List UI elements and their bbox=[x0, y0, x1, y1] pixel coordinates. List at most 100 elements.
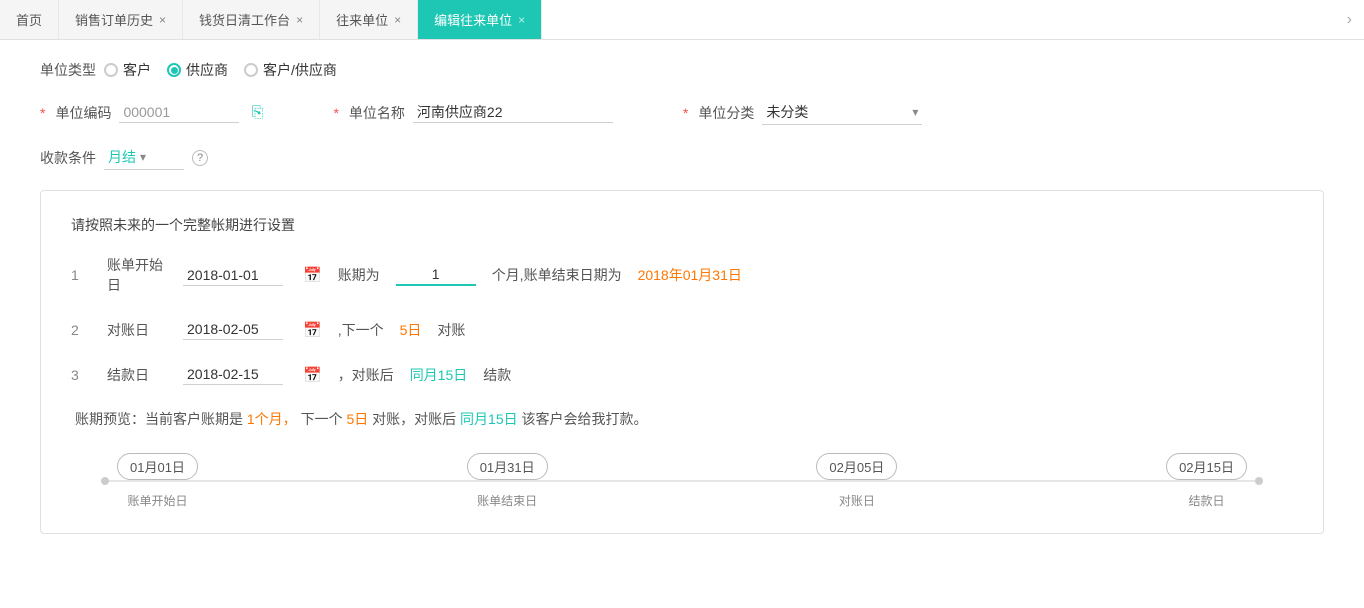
setting-row-3: 3 结款日 📅 ，对账后 同月15日 结款 bbox=[71, 364, 1293, 385]
node-3-label: 结款日 bbox=[1189, 492, 1225, 509]
tab-partner-units[interactable]: 往来单位 × bbox=[320, 0, 418, 39]
row-2-num: 2 bbox=[71, 322, 91, 338]
tab-sales-history-label: 销售订单历史 bbox=[75, 10, 153, 29]
copy-icon[interactable]: ⎘ bbox=[251, 104, 263, 121]
timeline: 01月01日 账单开始日 01月31日 账单结束日 02月05日 对账日 02月… bbox=[71, 453, 1293, 509]
preview-label: 账期预览：当前客户账期是 bbox=[75, 411, 243, 427]
timeline-nodes: 01月01日 账单开始日 01月31日 账单结束日 02月05日 对账日 02月… bbox=[117, 453, 1247, 509]
chevron-right-icon: › bbox=[1347, 11, 1352, 29]
unit-category-required: * bbox=[683, 105, 688, 121]
row-2-highlight: 5日 bbox=[400, 320, 422, 340]
unit-code-input[interactable] bbox=[119, 102, 239, 123]
row-3-cal-icon[interactable]: 📅 bbox=[303, 366, 322, 384]
node-0-badge: 01月01日 bbox=[117, 453, 198, 480]
tab-expand-button[interactable]: › bbox=[1335, 0, 1364, 39]
unit-name-item: * 单位名称 bbox=[333, 102, 612, 123]
timeline-node-3: 02月15日 结款日 bbox=[1166, 453, 1247, 509]
radio-customer-circle bbox=[104, 63, 118, 77]
row-1-suffix: 个月,账单结束日期为 bbox=[492, 265, 622, 285]
main-content: 单位类型 客户 供应商 客户/供应商 * 单位编码 bbox=[0, 40, 1364, 608]
row-3-date[interactable] bbox=[183, 364, 283, 385]
row-2-date[interactable] bbox=[183, 319, 283, 340]
unit-category-dropdown[interactable]: 未分类 ▾ bbox=[762, 100, 922, 125]
tab-edit-partner[interactable]: 编辑往来单位 × bbox=[418, 0, 542, 39]
payment-terms-item: 收款条件 月结 ▾ ? bbox=[40, 145, 208, 170]
period-input[interactable] bbox=[396, 264, 476, 286]
timeline-end-dot bbox=[1255, 477, 1263, 485]
unit-code-required: * bbox=[40, 105, 45, 121]
row-1-label: 账单开始日 bbox=[107, 255, 167, 295]
unit-code-label: 单位编码 bbox=[55, 103, 111, 123]
node-2-badge: 02月05日 bbox=[816, 453, 897, 480]
row-2-prefix: ,下一个 bbox=[338, 320, 384, 340]
row-1-suffix-before: 账期为 bbox=[338, 265, 380, 285]
payment-terms-arrow: ▾ bbox=[140, 150, 146, 164]
row-1-date[interactable] bbox=[183, 265, 283, 286]
preview-reconcile-prefix: 下一个 bbox=[301, 411, 343, 427]
settings-title: 请按照未来的一个完整帐期进行设置 bbox=[71, 215, 1293, 235]
radio-supplier-circle bbox=[167, 63, 181, 77]
tab-sales-history[interactable]: 销售订单历史 × bbox=[59, 0, 183, 39]
unit-name-label: 单位名称 bbox=[349, 103, 405, 123]
unit-type-item: 单位类型 客户 供应商 客户/供应商 bbox=[40, 60, 337, 80]
unit-category-arrow: ▾ bbox=[912, 105, 918, 119]
preview-text: 账期预览：当前客户账期是 1个月， 下一个 5日 对账，对账后 同月15日 该客… bbox=[71, 409, 1293, 429]
row-2-suffix: 对账 bbox=[437, 320, 465, 340]
tab-home-label: 首页 bbox=[16, 10, 42, 29]
node-0-label: 账单开始日 bbox=[127, 492, 187, 509]
payment-terms-label: 收款条件 bbox=[40, 148, 96, 168]
radio-both[interactable]: 客户/供应商 bbox=[244, 60, 337, 80]
tab-partner-units-label: 往来单位 bbox=[336, 10, 388, 29]
unit-type-row: 单位类型 客户 供应商 客户/供应商 bbox=[40, 60, 1324, 80]
tab-home[interactable]: 首页 bbox=[0, 0, 59, 39]
tab-partner-units-close[interactable]: × bbox=[394, 14, 401, 26]
row-3-prefix: ，对账后 bbox=[338, 365, 394, 385]
tab-bar: 首页 销售订单历史 × 钱货日清工作台 × 往来单位 × 编辑往来单位 × › bbox=[0, 0, 1364, 40]
radio-customer-label: 客户 bbox=[123, 60, 151, 80]
row-1-num: 1 bbox=[71, 267, 91, 283]
node-3-badge: 02月15日 bbox=[1166, 453, 1247, 480]
unit-name-input[interactable] bbox=[413, 102, 613, 123]
unit-type-label: 单位类型 bbox=[40, 60, 96, 80]
tab-edit-partner-close[interactable]: × bbox=[518, 14, 525, 26]
help-icon[interactable]: ? bbox=[192, 150, 208, 166]
tab-cash-work[interactable]: 钱货日清工作台 × bbox=[183, 0, 320, 39]
node-1-badge: 01月31日 bbox=[467, 453, 548, 480]
radio-supplier[interactable]: 供应商 bbox=[167, 60, 228, 80]
preview-suffix: 该客户会给我打款。 bbox=[522, 411, 648, 427]
tab-sales-history-close[interactable]: × bbox=[159, 14, 166, 26]
setting-row-2: 2 对账日 📅 ,下一个 5日 对账 bbox=[71, 319, 1293, 340]
row-3-num: 3 bbox=[71, 367, 91, 383]
node-1-label: 账单结束日 bbox=[477, 492, 537, 509]
unit-name-required: * bbox=[333, 105, 338, 121]
row-1-highlight: 2018年01月31日 bbox=[638, 265, 742, 285]
payment-terms-row: 收款条件 月结 ▾ ? bbox=[40, 145, 1324, 170]
settings-box: 请按照未来的一个完整帐期进行设置 1 账单开始日 📅 账期为 个月,账单结束日期… bbox=[40, 190, 1324, 534]
radio-customer[interactable]: 客户 bbox=[104, 60, 151, 80]
payment-terms-value: 月结 bbox=[108, 147, 136, 167]
preview-reconcile-day: 5日 bbox=[346, 411, 368, 427]
payment-terms-dropdown[interactable]: 月结 ▾ bbox=[104, 145, 184, 170]
row-2-cal-icon[interactable]: 📅 bbox=[303, 321, 322, 339]
timeline-node-2: 02月05日 对账日 bbox=[816, 453, 897, 509]
unit-category-label: 单位分类 bbox=[698, 103, 754, 123]
radio-supplier-label: 供应商 bbox=[186, 60, 228, 80]
unit-type-radio-group: 客户 供应商 客户/供应商 bbox=[104, 60, 337, 80]
timeline-node-1: 01月31日 账单结束日 bbox=[467, 453, 548, 509]
row-2-label: 对账日 bbox=[107, 320, 167, 340]
unit-category-value: 未分类 bbox=[766, 102, 808, 122]
tab-cash-work-label: 钱货日清工作台 bbox=[199, 10, 290, 29]
setting-row-1: 1 账单开始日 📅 账期为 个月,账单结束日期为 2018年01月31日 bbox=[71, 255, 1293, 295]
unit-info-row: * 单位编码 ⎘ * 单位名称 * 单位分类 未分类 ▾ bbox=[40, 100, 1324, 125]
row-3-highlight: 同月15日 bbox=[410, 365, 468, 385]
tab-cash-work-close[interactable]: × bbox=[296, 14, 303, 26]
radio-both-label: 客户/供应商 bbox=[263, 60, 337, 80]
row-1-cal-icon[interactable]: 📅 bbox=[303, 266, 322, 284]
row-3-label: 结款日 bbox=[107, 365, 167, 385]
tab-edit-partner-label: 编辑往来单位 bbox=[434, 10, 512, 29]
node-2-label: 对账日 bbox=[839, 492, 875, 509]
row-3-suffix: 结款 bbox=[483, 365, 511, 385]
preview-period: 1个月， bbox=[247, 411, 297, 427]
unit-code-item: * 单位编码 ⎘ bbox=[40, 102, 263, 123]
preview-reconcile-suffix: 对账，对账后 bbox=[372, 411, 456, 427]
